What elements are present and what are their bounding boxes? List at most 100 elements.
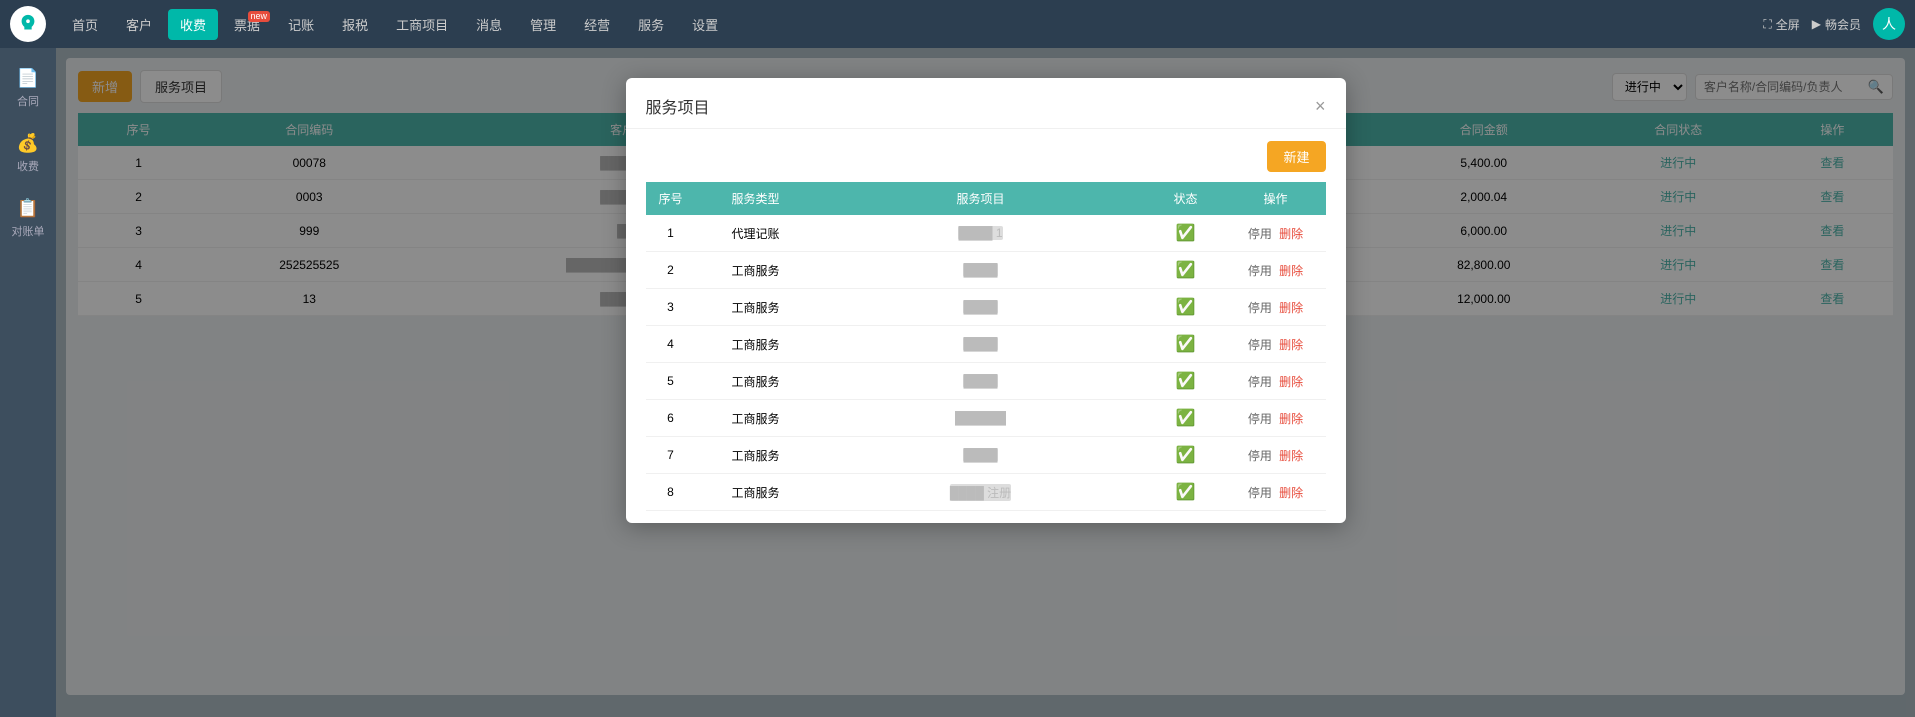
- mrow4-no: 4: [646, 326, 696, 363]
- mrow3-stop-button[interactable]: 停用: [1248, 301, 1272, 315]
- app-logo: [10, 6, 46, 42]
- mrow1-item: ████ 1: [816, 215, 1146, 252]
- avatar[interactable]: 人: [1873, 8, 1905, 40]
- mrow4-del-button[interactable]: 删除: [1279, 338, 1303, 352]
- mrow6-no: 6: [646, 400, 696, 437]
- mrow8-stop-button[interactable]: 停用: [1248, 486, 1272, 500]
- mrow2-item: ████: [816, 252, 1146, 289]
- modal-th-action: 操作: [1226, 182, 1326, 215]
- right-actions: ⛶ 全屏 ▶ 畅会员 人: [1763, 8, 1905, 40]
- service-modal: 服务项目 × 新建 序号 服务类型 服务项目 状态: [626, 78, 1346, 523]
- nav-tax[interactable]: 报税: [330, 9, 380, 40]
- video-icon: ▶: [1812, 17, 1821, 31]
- nav-fee[interactable]: 收费: [168, 9, 218, 40]
- modal-table-body: 1 代理记账 ████ 1 ✅ 停用 删除 2: [646, 215, 1326, 511]
- sidebar-item-contract[interactable]: 📄 合同: [0, 58, 56, 119]
- mrow7-item: ████: [816, 437, 1146, 474]
- mrow5-stop-button[interactable]: 停用: [1248, 375, 1272, 389]
- modal-close-button[interactable]: ×: [1315, 96, 1326, 117]
- mrow4-item-text: ████: [963, 337, 997, 351]
- mrow8-item: ████ 注册: [816, 474, 1146, 511]
- modal-scroll-area[interactable]: 序号 服务类型 服务项目 状态 操作 1 代理记账 ████ 1: [646, 182, 1326, 511]
- modal-new-button[interactable]: 新建: [1267, 141, 1325, 172]
- mrow2-item-text: ████: [963, 263, 997, 277]
- check-icon: ✅: [1176, 225, 1196, 242]
- mrow7-del-button[interactable]: 删除: [1279, 449, 1303, 463]
- modal-th-type: 服务类型: [696, 182, 816, 215]
- modal-table-header: 序号 服务类型 服务项目 状态 操作: [646, 182, 1326, 215]
- nav-client[interactable]: 客户: [114, 9, 164, 40]
- mrow6-item: ██████: [816, 400, 1146, 437]
- modal-body: 新建 序号 服务类型 服务项目 状态 操作: [626, 129, 1346, 523]
- contract-icon: 📄: [17, 68, 39, 89]
- mrow8-item-text: ████ 注册: [950, 484, 1011, 501]
- mrow1-stop-button[interactable]: 停用: [1248, 227, 1272, 241]
- mrow1-no: 1: [646, 215, 696, 252]
- fullscreen-action[interactable]: ⛶ 全屏: [1763, 16, 1799, 33]
- top-nav: 首页 客户 收费 票据 new 记账 报税 工商项目 消息 管理 经营 服务 设…: [0, 0, 1915, 48]
- mrow1-action: 停用 删除: [1226, 215, 1326, 252]
- mrow4-stop-button[interactable]: 停用: [1248, 338, 1272, 352]
- fullscreen-icon: ⛶: [1763, 17, 1771, 32]
- sidebar-item-fee[interactable]: 💰 收费: [0, 123, 56, 184]
- mrow2-del-button[interactable]: 删除: [1279, 264, 1303, 278]
- mrow5-del-button[interactable]: 删除: [1279, 375, 1303, 389]
- nav-bookkeep[interactable]: 记账: [276, 9, 326, 40]
- mrow8-no: 8: [646, 474, 696, 511]
- modal-table-row: 5 工商服务 ████ ✅ 停用 删除: [646, 363, 1326, 400]
- nav-biz[interactable]: 工商项目: [384, 9, 460, 40]
- mrow6-status: ✅: [1146, 400, 1226, 437]
- modal-table-row: 2 工商服务 ████ ✅ 停用 删除: [646, 252, 1326, 289]
- mrow6-type: 工商服务: [696, 400, 816, 437]
- nav-operation[interactable]: 经营: [572, 9, 622, 40]
- nav-settings[interactable]: 设置: [680, 9, 730, 40]
- mrow3-no: 3: [646, 289, 696, 326]
- mrow6-del-button[interactable]: 删除: [1279, 412, 1303, 426]
- mrow7-action: 停用 删除: [1226, 437, 1326, 474]
- mrow7-type: 工商服务: [696, 437, 816, 474]
- nav-service[interactable]: 服务: [626, 9, 676, 40]
- member-action[interactable]: ▶ 畅会员: [1812, 16, 1861, 33]
- mrow4-action: 停用 删除: [1226, 326, 1326, 363]
- mrow5-item-text: ████: [963, 374, 997, 388]
- sidebar-item-reconcile[interactable]: 📋 对账单: [0, 188, 56, 249]
- mrow4-type: 工商服务: [696, 326, 816, 363]
- mrow5-no: 5: [646, 363, 696, 400]
- nav-msg[interactable]: 消息: [464, 9, 514, 40]
- mrow1-del-button[interactable]: 删除: [1279, 227, 1303, 241]
- mrow2-status: ✅: [1146, 252, 1226, 289]
- check-icon: ✅: [1176, 410, 1196, 427]
- nav-manage[interactable]: 管理: [518, 9, 568, 40]
- nav-home[interactable]: 首页: [60, 9, 110, 40]
- check-icon: ✅: [1176, 373, 1196, 390]
- mrow5-action: 停用 删除: [1226, 363, 1326, 400]
- modal-table-row: 8 工商服务 ████ 注册 ✅ 停用 删除: [646, 474, 1326, 511]
- sidebar-contract-label: 合同: [17, 93, 39, 109]
- mrow1-type: 代理记账: [696, 215, 816, 252]
- modal-table-row: 4 工商服务 ████ ✅ 停用 删除: [646, 326, 1326, 363]
- modal-overlay[interactable]: 服务项目 × 新建 序号 服务类型 服务项目 状态: [56, 48, 1915, 717]
- new-badge: new: [248, 11, 271, 22]
- mrow6-stop-button[interactable]: 停用: [1248, 412, 1272, 426]
- main-content: 新增 服务项目 进行中 🔍 序号 合同编码 客户名称 服务项目 ↕: [56, 48, 1915, 717]
- mrow2-stop-button[interactable]: 停用: [1248, 264, 1272, 278]
- mrow3-del-button[interactable]: 删除: [1279, 301, 1303, 315]
- member-label: 畅会员: [1825, 16, 1861, 33]
- mrow8-del-button[interactable]: 删除: [1279, 486, 1303, 500]
- mrow3-action: 停用 删除: [1226, 289, 1326, 326]
- mrow8-status: ✅: [1146, 474, 1226, 511]
- mrow3-status: ✅: [1146, 289, 1226, 326]
- mrow4-item: ████: [816, 326, 1146, 363]
- mrow4-status: ✅: [1146, 326, 1226, 363]
- mrow7-stop-button[interactable]: 停用: [1248, 449, 1272, 463]
- mrow8-action: 停用 删除: [1226, 474, 1326, 511]
- modal-table: 序号 服务类型 服务项目 状态 操作 1 代理记账 ████ 1: [646, 182, 1326, 511]
- nav-invoice[interactable]: 票据 new: [222, 9, 272, 40]
- mrow1-status: ✅: [1146, 215, 1226, 252]
- reconcile-icon: 📋: [17, 198, 39, 219]
- mrow3-item-text: ████: [963, 300, 997, 314]
- check-icon: ✅: [1176, 447, 1196, 464]
- mrow5-item: ████: [816, 363, 1146, 400]
- mrow7-no: 7: [646, 437, 696, 474]
- check-icon: ✅: [1176, 484, 1196, 501]
